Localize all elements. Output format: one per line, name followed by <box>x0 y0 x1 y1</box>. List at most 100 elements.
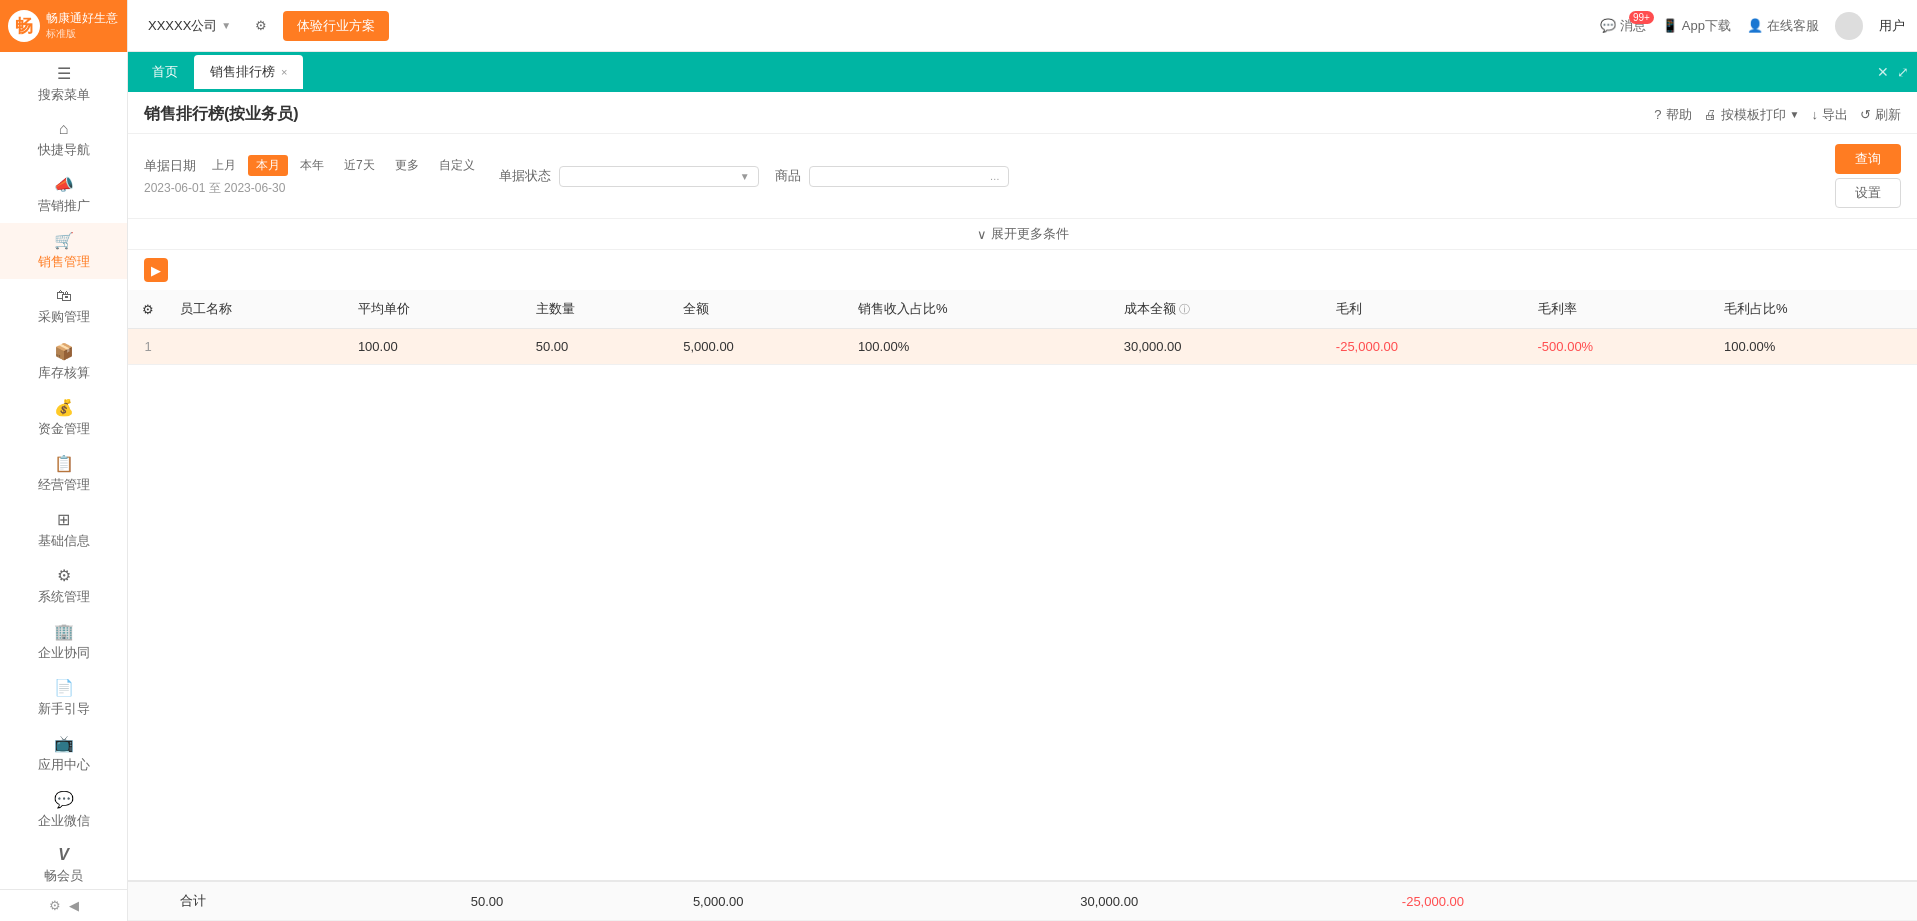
status-select[interactable]: ▼ <box>559 166 759 187</box>
topbar-settings-button[interactable]: ⚙ <box>247 12 275 40</box>
date-opt-7days[interactable]: 近7天 <box>336 155 383 176</box>
operation-icon: 📋 <box>54 454 74 473</box>
online-service-button[interactable]: 👤 在线客服 <box>1747 17 1819 35</box>
goods-select[interactable]: … <box>809 166 1009 187</box>
print-icon: 🖨 <box>1704 107 1717 122</box>
sidebar-item-label: 企业微信 <box>38 812 90 830</box>
refresh-icon: ↺ <box>1860 107 1871 122</box>
date-options: 上月 本月 本年 近7天 更多 自定义 <box>204 155 483 176</box>
th-settings[interactable]: ⚙ <box>128 290 168 329</box>
date-range-display: 2023-06-01 至 2023-06-30 <box>144 180 483 197</box>
tab-close-icon[interactable]: × <box>281 66 287 78</box>
help-label: 帮助 <box>1666 106 1692 124</box>
date-opt-this-year[interactable]: 本年 <box>292 155 332 176</box>
table-header: ⚙ 员工名称 平均单价 主数量 全额 销售收入占比% 成本全额 ⓘ 毛利 毛利率 <box>128 290 1917 329</box>
help-icon: ? <box>1654 107 1661 122</box>
guide-icon: 📄 <box>54 678 74 697</box>
collapse-icon[interactable]: ◀ <box>69 898 79 913</box>
expand-label: 展开更多条件 <box>991 225 1069 243</box>
footer-table: 合计 50.00 5,000.00 30,000.00 -25,000.00 <box>128 881 1917 921</box>
message-button[interactable]: 💬 消息 99+ <box>1600 17 1646 35</box>
sidebar-item-search[interactable]: ☰ 搜索菜单 <box>0 56 127 112</box>
sidebar-bottom: ⚙ ◀ <box>0 889 127 921</box>
sidebar-item-finance[interactable]: 💰 资金管理 <box>0 390 127 446</box>
footer-gross: -25,000.00 <box>1390 882 1729 921</box>
data-table: ⚙ 员工名称 平均单价 主数量 全额 销售收入占比% 成本全额 ⓘ 毛利 毛利率 <box>128 290 1917 365</box>
table-body: 1 100.00 50.00 5,000.00 100.00% 30,000.0… <box>128 329 1917 365</box>
th-gross-pct: 毛利占比% <box>1712 290 1917 329</box>
export-icon: ↓ <box>1812 107 1819 122</box>
sidebar-item-inventory[interactable]: 📦 库存核算 <box>0 334 127 390</box>
refresh-button[interactable]: ↺ 刷新 <box>1860 106 1901 124</box>
app-center-icon: 📺 <box>54 734 74 753</box>
chevron-down-icon: ▼ <box>221 20 231 31</box>
help-button[interactable]: ? 帮助 <box>1654 106 1691 124</box>
sidebar: 畅 畅康通好生意 标准版 ☰ 搜索菜单 ⌂ 快捷导航 📣 营销推广 🛒 销售管理… <box>0 0 128 921</box>
tabbar: 首页 销售排行榜 × ✕ ⤢ <box>128 52 1917 92</box>
export-label: 导出 <box>1822 106 1848 124</box>
cell-cost: 30,000.00 <box>1112 329 1324 365</box>
goods-filter-label: 商品 <box>775 167 801 185</box>
date-opt-more[interactable]: 更多 <box>387 155 427 176</box>
message-icon: 💬 <box>1600 18 1616 33</box>
template-print-button[interactable]: 🖨 按模板打印 ▼ <box>1704 106 1800 124</box>
tab-close-window-icon[interactable]: ✕ <box>1877 64 1889 80</box>
username-display: 用户 <box>1879 17 1905 35</box>
basic-icon: ⊞ <box>57 510 70 529</box>
cell-avg-price: 100.00 <box>346 329 524 365</box>
sidebar-item-quick-nav[interactable]: ⌂ 快捷导航 <box>0 112 127 167</box>
expand-more-button[interactable]: ∨ 展开更多条件 <box>977 225 1069 243</box>
th-avg-price: 平均单价 <box>346 290 524 329</box>
sidebar-item-system[interactable]: ⚙ 系统管理 <box>0 558 127 614</box>
table-container: ⚙ 员工名称 平均单价 主数量 全额 销售收入占比% 成本全额 ⓘ 毛利 毛利率 <box>128 290 1917 880</box>
sidebar-item-label: 资金管理 <box>38 420 90 438</box>
sidebar-item-marketing[interactable]: 📣 营销推广 <box>0 167 127 223</box>
status-select-arrow: ▼ <box>740 171 750 182</box>
user-avatar[interactable] <box>1835 12 1863 40</box>
trial-button[interactable]: 体验行业方案 <box>283 11 389 41</box>
sidebar-item-label: 基础信息 <box>38 532 90 550</box>
app-sub: 标准版 <box>46 27 118 41</box>
sidebar-item-label: 销售管理 <box>38 253 90 271</box>
online-service-label: 在线客服 <box>1767 17 1819 35</box>
sidebar-item-purchase[interactable]: 🛍 采购管理 <box>0 279 127 334</box>
company-selector[interactable]: XXXXX公司 ▼ <box>140 13 239 39</box>
topbar: XXXXX公司 ▼ ⚙ 体验行业方案 💬 消息 99+ 📱 App下载 👤 在线… <box>128 0 1917 52</box>
query-button[interactable]: 查询 <box>1835 144 1901 174</box>
service-icon: 👤 <box>1747 18 1763 33</box>
sidebar-item-wechat[interactable]: 💬 企业微信 <box>0 782 127 838</box>
settings-icon[interactable]: ⚙ <box>49 898 61 913</box>
cell-gross-rate: -500.00% <box>1526 329 1712 365</box>
tab-home[interactable]: 首页 <box>136 55 194 89</box>
tab-maximize-icon[interactable]: ⤢ <box>1897 64 1909 80</box>
orange-arrow-button[interactable]: ▶ <box>144 258 168 282</box>
date-opt-last-month[interactable]: 上月 <box>204 155 244 176</box>
app-name: 畅康通好生意 <box>46 11 118 27</box>
sidebar-item-operation[interactable]: 📋 经营管理 <box>0 446 127 502</box>
date-opt-custom[interactable]: 自定义 <box>431 155 483 176</box>
app-download-button[interactable]: 📱 App下载 <box>1662 17 1731 35</box>
sidebar-item-app-center[interactable]: 📺 应用中心 <box>0 726 127 782</box>
cell-amount: 5,000.00 <box>671 329 846 365</box>
marketing-icon: 📣 <box>54 175 74 194</box>
sidebar-item-basic[interactable]: ⊞ 基础信息 <box>0 502 127 558</box>
filter-settings-button[interactable]: 设置 <box>1835 178 1901 208</box>
sidebar-logo: 畅 畅康通好生意 标准版 <box>0 0 127 52</box>
sidebar-item-sales[interactable]: 🛒 销售管理 <box>0 223 127 279</box>
system-icon: ⚙ <box>57 566 71 585</box>
tab-sales-ranking[interactable]: 销售排行榜 × <box>194 55 303 89</box>
logo-icon: 畅 <box>8 10 40 42</box>
export-button[interactable]: ↓ 导出 <box>1812 106 1849 124</box>
print-arrow-icon: ▼ <box>1790 109 1800 120</box>
sidebar-item-label: 搜索菜单 <box>38 86 90 104</box>
cell-rank: 1 <box>128 329 168 365</box>
sidebar-item-guide[interactable]: 📄 新手引导 <box>0 670 127 726</box>
sidebar-item-member[interactable]: V 畅会员 <box>0 838 127 889</box>
date-opt-this-month[interactable]: 本月 <box>248 155 288 176</box>
date-filter-label: 单据日期 <box>144 157 196 175</box>
settings-icon: ⚙ <box>142 302 154 317</box>
sidebar-item-label: 企业协同 <box>38 644 90 662</box>
th-cost: 成本全额 ⓘ <box>1112 290 1324 329</box>
table-row: 1 100.00 50.00 5,000.00 100.00% 30,000.0… <box>128 329 1917 365</box>
sidebar-item-enterprise-coop[interactable]: 🏢 企业协同 <box>0 614 127 670</box>
